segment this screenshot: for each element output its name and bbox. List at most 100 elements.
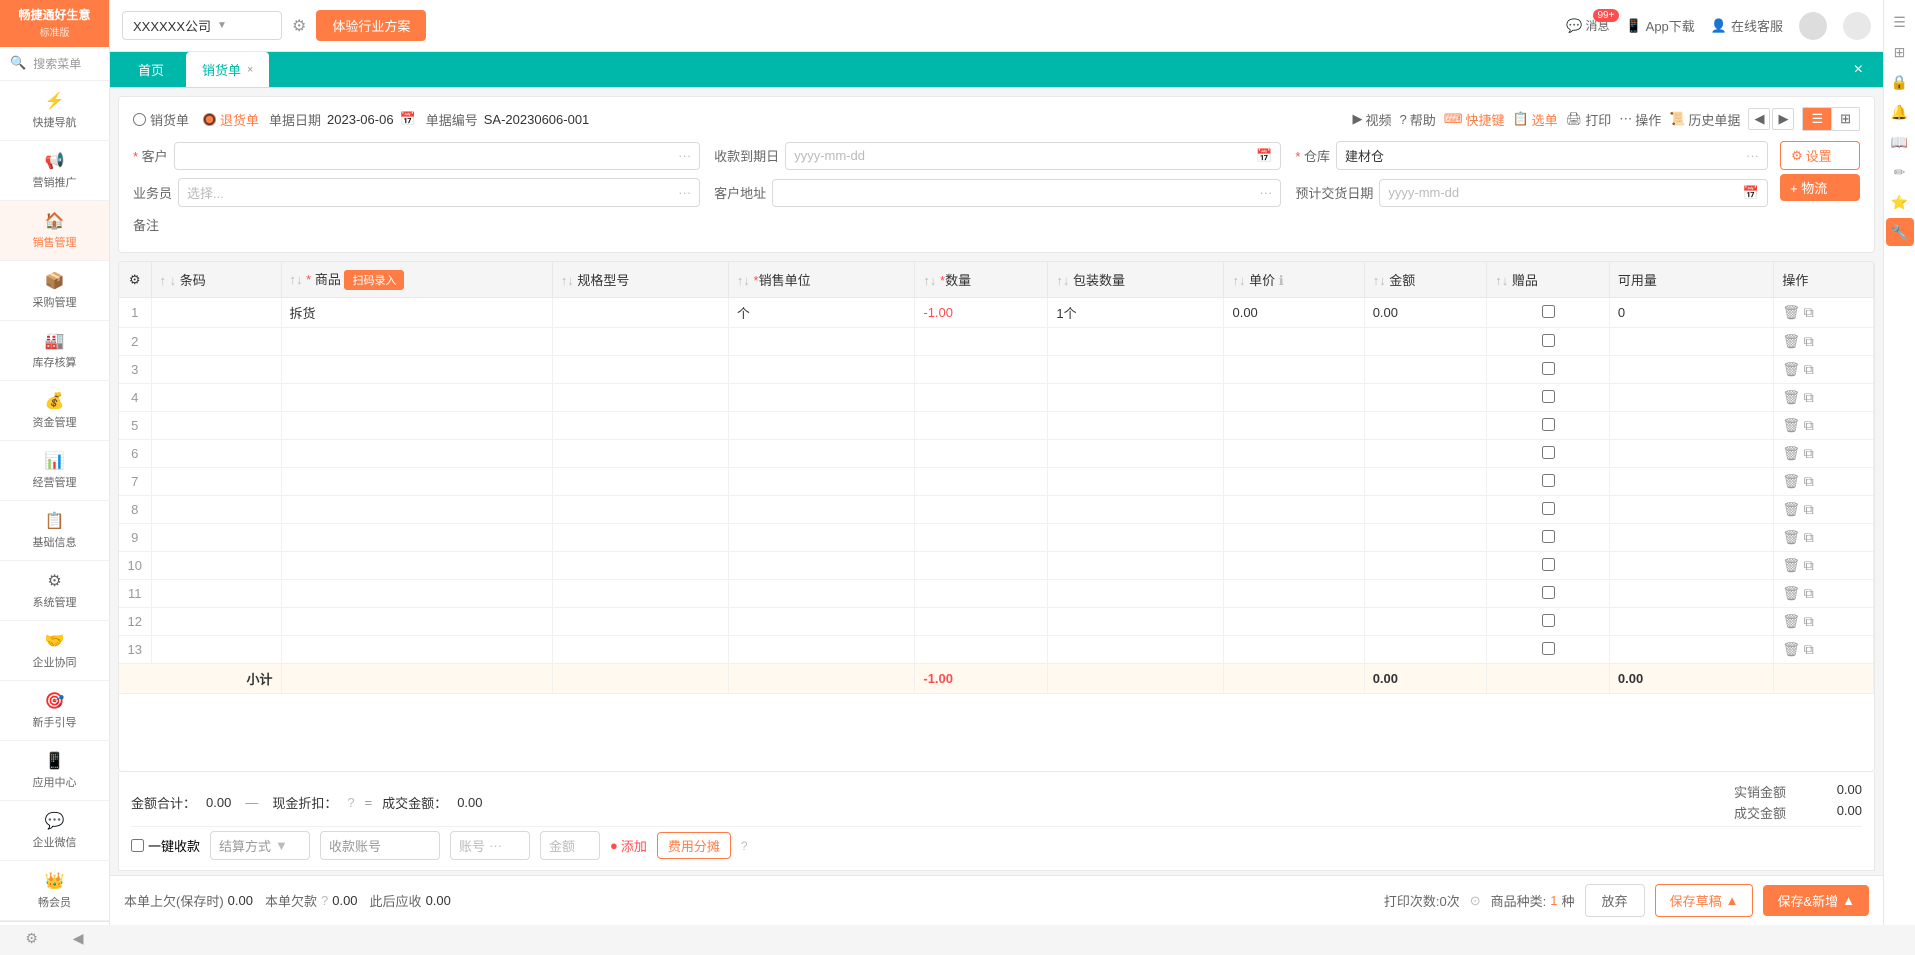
cell-quantity[interactable] bbox=[915, 356, 1048, 384]
sidebar-item-management[interactable]: 📊 经营管理 bbox=[0, 441, 109, 501]
cell-barcode[interactable] bbox=[151, 412, 281, 440]
settings-bottom-icon[interactable]: ⚙ bbox=[25, 930, 38, 947]
cell-pkg-qty[interactable] bbox=[1048, 384, 1224, 412]
pay-checkbox[interactable]: 一键收款 bbox=[131, 836, 200, 855]
cell-unit-price[interactable] bbox=[1224, 636, 1364, 664]
select-btn[interactable]: 📋 选单 bbox=[1512, 110, 1557, 129]
copy-icon[interactable]: ⧉ bbox=[1804, 557, 1814, 573]
cell-barcode[interactable] bbox=[151, 440, 281, 468]
cell-unit[interactable] bbox=[728, 496, 915, 524]
cell-pkg-qty[interactable] bbox=[1048, 496, 1224, 524]
sidebar-item-sales[interactable]: 🏠 销售管理 bbox=[0, 201, 109, 261]
th-gear[interactable]: ⚙ bbox=[119, 262, 151, 298]
abandon-button[interactable]: 放弃 bbox=[1585, 884, 1645, 917]
cell-amount[interactable] bbox=[1364, 608, 1487, 636]
cell-quantity[interactable] bbox=[915, 328, 1048, 356]
cell-quantity[interactable] bbox=[915, 552, 1048, 580]
pay-checkbox-input[interactable] bbox=[131, 839, 144, 852]
sidebar-item-search[interactable]: 🔍 搜索菜单 bbox=[0, 47, 109, 81]
gift-checkbox[interactable] bbox=[1542, 530, 1555, 543]
gift-checkbox[interactable] bbox=[1542, 474, 1555, 487]
cell-unit-price[interactable] bbox=[1224, 580, 1364, 608]
sidebar-item-basic[interactable]: 📋 基础信息 bbox=[0, 501, 109, 561]
video-btn[interactable]: ▶ 视频 bbox=[1352, 110, 1391, 129]
cell-quantity[interactable] bbox=[915, 636, 1048, 664]
cell-spec[interactable] bbox=[552, 496, 728, 524]
close-tab-icon[interactable]: × bbox=[1846, 57, 1871, 83]
gift-checkbox[interactable] bbox=[1542, 642, 1555, 655]
grid-view-btn[interactable]: ⊞ bbox=[1832, 108, 1859, 130]
cell-gift[interactable] bbox=[1487, 552, 1610, 580]
copy-icon[interactable]: ⧉ bbox=[1804, 529, 1814, 545]
sidebar-item-finance[interactable]: 💰 资金管理 bbox=[0, 381, 109, 441]
cell-goods[interactable]: 拆货 bbox=[281, 298, 552, 328]
cell-quantity[interactable]: -1.00 bbox=[915, 298, 1048, 328]
cell-goods[interactable] bbox=[281, 384, 552, 412]
save-draft-button[interactable]: 保存草稿 ▲ bbox=[1655, 884, 1754, 917]
right-tool-grid[interactable]: ⊞ bbox=[1886, 38, 1914, 66]
calendar-icon[interactable]: 📅 bbox=[400, 111, 416, 127]
tab-home[interactable]: 首页 bbox=[122, 52, 180, 87]
cell-unit-price[interactable] bbox=[1224, 384, 1364, 412]
tab-sales-order[interactable]: 销货单 × bbox=[186, 52, 269, 87]
cell-gift[interactable] bbox=[1487, 412, 1610, 440]
add-expense-btn[interactable]: ● 添加 bbox=[610, 836, 647, 855]
delete-icon[interactable]: 🗑 bbox=[1782, 361, 1800, 377]
copy-icon[interactable]: ⧉ bbox=[1804, 473, 1814, 489]
cell-quantity[interactable] bbox=[915, 580, 1048, 608]
sidebar-item-quicknav[interactable]: ⚡ 快捷导航 bbox=[0, 81, 109, 141]
avatar[interactable] bbox=[1799, 12, 1827, 40]
sidebar-item-member[interactable]: 👑 畅会员 bbox=[0, 861, 109, 921]
cell-amount[interactable] bbox=[1364, 552, 1487, 580]
cell-unit[interactable] bbox=[728, 580, 915, 608]
cell-gift[interactable] bbox=[1487, 328, 1610, 356]
cell-unit[interactable] bbox=[728, 356, 915, 384]
cell-pkg-qty[interactable] bbox=[1048, 356, 1224, 384]
cell-pkg-qty[interactable] bbox=[1048, 608, 1224, 636]
right-tool-book[interactable]: 📖 bbox=[1886, 128, 1914, 156]
cell-gift[interactable] bbox=[1487, 524, 1610, 552]
cell-spec[interactable] bbox=[552, 636, 728, 664]
account-number-input[interactable]: 账号 ··· bbox=[450, 831, 530, 860]
delete-icon[interactable]: 🗑 bbox=[1782, 473, 1800, 489]
gift-checkbox[interactable] bbox=[1542, 418, 1555, 431]
cell-goods[interactable] bbox=[281, 328, 552, 356]
customer-input[interactable]: ··· bbox=[174, 142, 700, 170]
history-btn[interactable]: 📜 历史单据 bbox=[1669, 110, 1740, 129]
cell-goods[interactable] bbox=[281, 636, 552, 664]
cell-amount[interactable] bbox=[1364, 412, 1487, 440]
cell-goods[interactable] bbox=[281, 608, 552, 636]
gift-checkbox[interactable] bbox=[1542, 446, 1555, 459]
print-btn[interactable]: 🖨 打印 bbox=[1566, 110, 1612, 129]
cell-pkg-qty[interactable] bbox=[1048, 440, 1224, 468]
cell-pkg-qty[interactable] bbox=[1048, 328, 1224, 356]
delete-icon[interactable]: 🗑 bbox=[1782, 304, 1800, 320]
cell-amount[interactable] bbox=[1364, 636, 1487, 664]
cell-quantity[interactable] bbox=[915, 412, 1048, 440]
message-button[interactable]: 💬 消息 99+ bbox=[1566, 17, 1609, 34]
scan-button[interactable]: 扫码录入 bbox=[344, 270, 404, 290]
copy-icon[interactable]: ⧉ bbox=[1804, 585, 1814, 601]
cell-pkg-qty[interactable] bbox=[1048, 412, 1224, 440]
cell-quantity[interactable] bbox=[915, 608, 1048, 636]
sidebar-item-inventory[interactable]: 🏭 库存核算 bbox=[0, 321, 109, 381]
cell-amount[interactable] bbox=[1364, 468, 1487, 496]
cell-goods[interactable] bbox=[281, 552, 552, 580]
debt-info-icon[interactable]: ? bbox=[321, 893, 328, 908]
cell-pkg-qty[interactable] bbox=[1048, 580, 1224, 608]
cell-spec[interactable] bbox=[552, 468, 728, 496]
cell-goods[interactable] bbox=[281, 412, 552, 440]
delete-icon[interactable]: 🗑 bbox=[1782, 445, 1800, 461]
cell-spec[interactable] bbox=[552, 412, 728, 440]
cell-unit-price[interactable] bbox=[1224, 552, 1364, 580]
copy-icon[interactable]: ⧉ bbox=[1804, 641, 1814, 657]
cell-unit-price[interactable] bbox=[1224, 468, 1364, 496]
next-arrow[interactable]: ▶ bbox=[1772, 108, 1794, 130]
cell-goods[interactable] bbox=[281, 496, 552, 524]
delete-icon[interactable]: 🗑 bbox=[1782, 529, 1800, 545]
cell-unit[interactable] bbox=[728, 440, 915, 468]
calc-method-select[interactable]: 结算方式 ▼ bbox=[210, 831, 310, 860]
cell-barcode[interactable] bbox=[151, 580, 281, 608]
copy-icon[interactable]: ⧉ bbox=[1804, 501, 1814, 517]
delete-icon[interactable]: 🗑 bbox=[1782, 557, 1800, 573]
